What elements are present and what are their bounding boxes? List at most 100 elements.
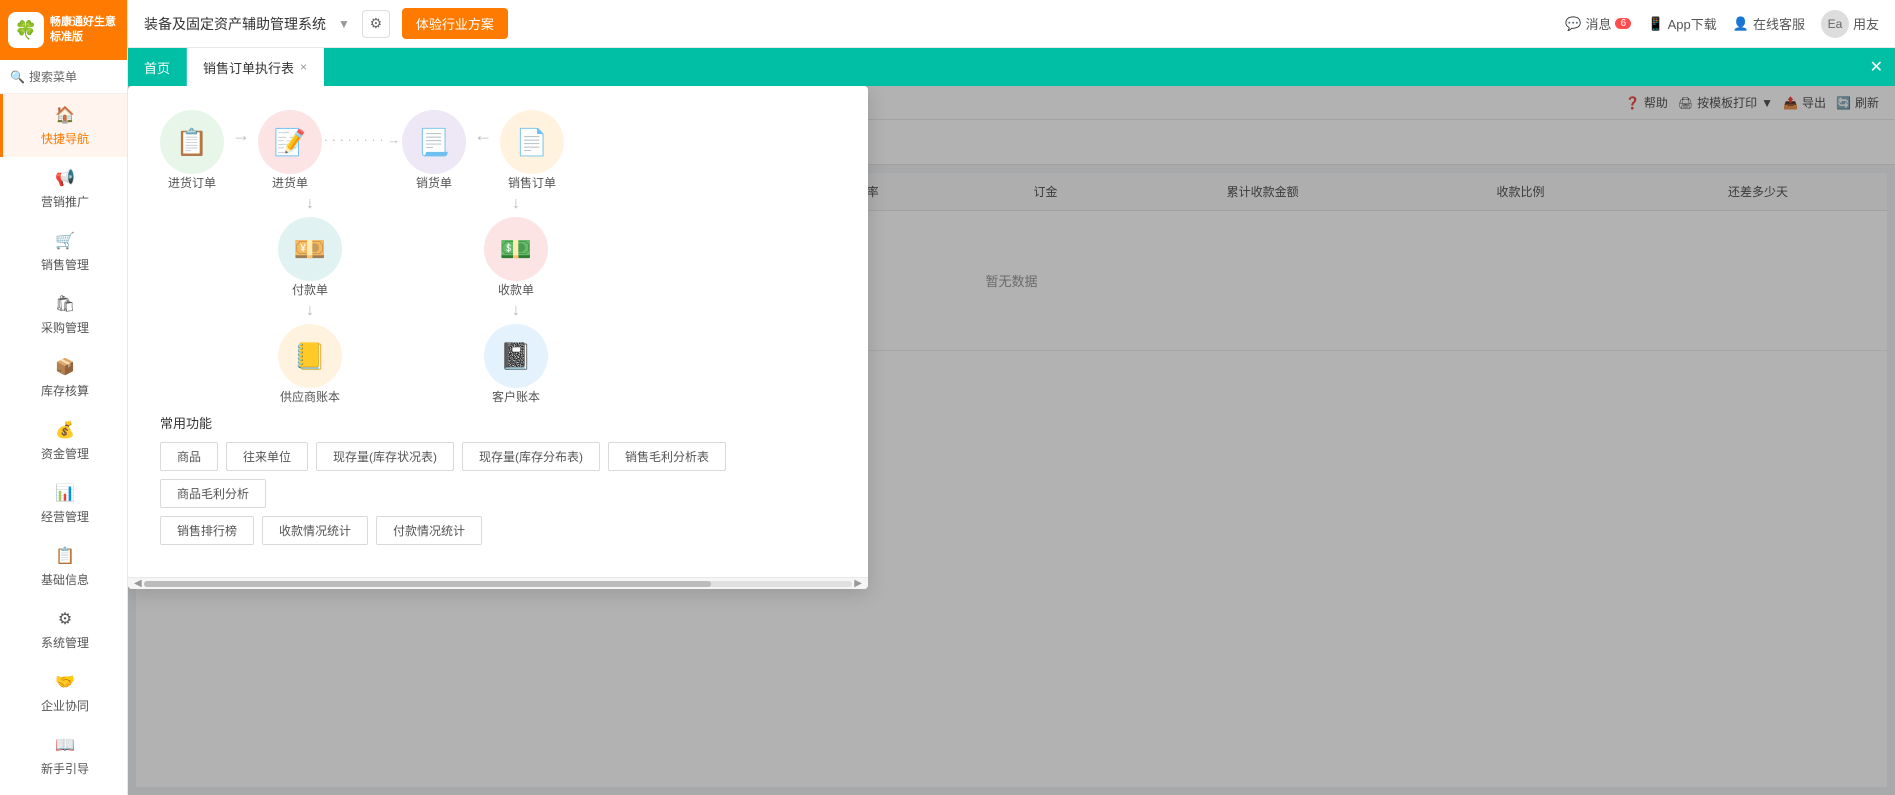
topbar: 装备及固定资产辅助管理系统 ▼ ⚙ 体验行业方案 💬 消息 6 📱 App下载 … bbox=[128, 0, 1895, 48]
func-button[interactable]: 收款情况统计 bbox=[262, 516, 368, 545]
settings-button[interactable]: ⚙ bbox=[362, 10, 390, 38]
func-buttons-row2: 销售排行榜收款情况统计付款情况统计 bbox=[160, 516, 836, 545]
receipt-icon: 💵 bbox=[484, 217, 548, 281]
popup-content: 📋 进货订单 → 📝 进货单 · · · · · · · · → bbox=[128, 86, 868, 577]
topbar-dropdown-icon[interactable]: ▼ bbox=[338, 17, 350, 31]
purchase-icon: 🛍 bbox=[54, 293, 76, 315]
quick-nav-icon: 🏠 bbox=[54, 104, 76, 126]
sidebar-item-newbie[interactable]: 📖 新手引导 bbox=[0, 724, 127, 787]
func-buttons-row1: 商品往来单位现存量(库存状况表) 现存量(库存分布表) 销售毛利分析表商品毛利分析 bbox=[160, 442, 836, 508]
supplier-label: 供应商账本 bbox=[280, 388, 340, 405]
tabbar-close-button[interactable]: ✕ bbox=[1858, 48, 1895, 86]
tab-label: 销售订单执行表 bbox=[203, 58, 294, 77]
search-icon: 🔍 bbox=[10, 70, 25, 84]
system-icon: ⚙ bbox=[54, 608, 76, 630]
logo-icon: 🍀 bbox=[8, 12, 44, 48]
sales-order-icon: 📄 bbox=[500, 110, 564, 174]
func-button[interactable]: 商品 bbox=[160, 442, 218, 471]
sidebar: 🍀 畅康通好生意 标准版 🔍 搜索菜单 🏠 快捷导航 📢 营销推广 🛒 销售管理… bbox=[0, 0, 128, 795]
finance-icon: 💰 bbox=[54, 419, 76, 441]
service-button[interactable]: 👤 在线客服 bbox=[1733, 14, 1805, 33]
sidebar-item-purchase[interactable]: 🛍 采购管理 bbox=[0, 283, 127, 346]
sidebar-item-label: 快捷导航 bbox=[41, 130, 89, 147]
sidebar-item-label: 企业协同 bbox=[41, 697, 89, 714]
flow-node-customer: 📓 客户账本 bbox=[484, 324, 548, 405]
sidebar-logo: 🍀 畅康通好生意 标准版 bbox=[0, 0, 127, 60]
flow-node-receipt: 💵 收款单 bbox=[484, 217, 548, 298]
supplier-icon: 📒 bbox=[278, 324, 342, 388]
scrollbar-thumb bbox=[144, 581, 711, 587]
message-icon: 💬 bbox=[1565, 16, 1581, 32]
tab-label: 首页 bbox=[144, 58, 170, 77]
down-arrow-payment: ↓ bbox=[278, 302, 342, 320]
common-functions: 常用功能 商品往来单位现存量(库存状况表)现存量(库存分布表)销售毛利分析表商品… bbox=[160, 413, 836, 545]
func-button[interactable]: 付款情况统计 bbox=[376, 516, 482, 545]
sidebar-item-quick-nav[interactable]: 🏠 快捷导航 bbox=[0, 94, 127, 157]
down-arrow-sales: ↓ bbox=[484, 195, 548, 213]
func-button[interactable]: 往来单位 bbox=[226, 442, 308, 471]
service-icon: 👤 bbox=[1733, 16, 1749, 32]
scroll-right-arrow[interactable]: ▶ bbox=[852, 578, 864, 589]
flow-node-supplier: 📒 供应商账本 bbox=[278, 324, 342, 405]
tab-close-sales-order[interactable]: × bbox=[300, 60, 307, 74]
down-arrow-receipt: ↓ bbox=[484, 302, 548, 320]
payment-icon: 💴 bbox=[278, 217, 342, 281]
popup: 📋 进货订单 → 📝 进货单 · · · · · · · · → bbox=[128, 86, 868, 589]
user-menu[interactable]: Ea 用友 bbox=[1821, 10, 1879, 38]
tab-sales-order[interactable]: 销售订单执行表 × bbox=[187, 48, 324, 86]
purchase-order-icon: 📋 bbox=[160, 110, 224, 174]
func-button[interactable]: 销售排行榜 bbox=[160, 516, 254, 545]
func-button[interactable]: 现存量(库存状况表) bbox=[316, 442, 454, 471]
sidebar-item-label: 采购管理 bbox=[41, 319, 89, 336]
trial-button[interactable]: 体验行业方案 bbox=[402, 8, 508, 39]
scroll-left-arrow[interactable]: ◀ bbox=[132, 578, 144, 589]
sidebar-item-inventory[interactable]: 📦 库存核算 bbox=[0, 346, 127, 409]
app-download-button[interactable]: 📱 App下载 bbox=[1647, 14, 1716, 33]
sales-bill-label: 销货单 bbox=[416, 174, 452, 191]
sidebar-item-basic[interactable]: 📋 基础信息 bbox=[0, 535, 127, 598]
sidebar-item-system[interactable]: ⚙ 系统管理 bbox=[0, 598, 127, 661]
sidebar-item-label: 基础信息 bbox=[41, 571, 89, 588]
customer-label: 客户账本 bbox=[492, 388, 540, 405]
tabbar: 首页 销售订单执行表 × ✕ bbox=[128, 48, 1895, 86]
newbie-icon: 📖 bbox=[54, 734, 76, 756]
message-button[interactable]: 💬 消息 6 bbox=[1565, 14, 1631, 33]
sidebar-item-label: 资金管理 bbox=[41, 445, 89, 462]
sales-order-label: 销售订单 bbox=[508, 174, 556, 191]
operation-icon: 📊 bbox=[54, 482, 76, 504]
logo-text: 畅康通好生意 标准版 bbox=[50, 15, 116, 46]
func-button[interactable]: 商品毛利分析 bbox=[160, 479, 266, 508]
flow-node-payment: 💴 付款单 bbox=[278, 217, 342, 298]
sidebar-item-label: 销售管理 bbox=[41, 256, 89, 273]
sidebar-item-label: 经营管理 bbox=[41, 508, 89, 525]
scrollbar-track[interactable] bbox=[144, 581, 853, 587]
purchase-bill-label: 进货单 bbox=[272, 174, 308, 191]
popup-scrollbar: ◀ ▶ bbox=[128, 577, 868, 589]
purchase-order-label: 进货订单 bbox=[168, 174, 216, 191]
sidebar-item-finance[interactable]: 💰 资金管理 bbox=[0, 409, 127, 472]
app-icon: 📱 bbox=[1647, 16, 1663, 32]
arrow-2: → bbox=[466, 125, 500, 146]
payment-label: 付款单 bbox=[292, 281, 328, 298]
down-arrow-purchase: ↓ bbox=[278, 195, 342, 213]
flow-node-sales-order: 📄 销售订单 bbox=[500, 110, 564, 191]
sidebar-item-label: 系统管理 bbox=[41, 634, 89, 651]
sidebar-item-collab[interactable]: 🤝 企业协同 bbox=[0, 661, 127, 724]
main-area: 装备及固定资产辅助管理系统 ▼ ⚙ 体验行业方案 💬 消息 6 📱 App下载 … bbox=[128, 0, 1895, 795]
basic-icon: 📋 bbox=[54, 545, 76, 567]
collab-icon: 🤝 bbox=[54, 671, 76, 693]
common-func-title: 常用功能 bbox=[160, 413, 836, 432]
receipt-label: 收款单 bbox=[498, 281, 534, 298]
tab-home[interactable]: 首页 bbox=[128, 48, 187, 86]
sidebar-item-marketing[interactable]: 📢 营销推广 bbox=[0, 157, 127, 220]
func-button[interactable]: 现存量(库存分布表) bbox=[462, 442, 600, 471]
sidebar-item-label: 营销推广 bbox=[41, 193, 89, 210]
sidebar-item-sales[interactable]: 🛒 销售管理 bbox=[0, 220, 127, 283]
topbar-title: 装备及固定资产辅助管理系统 bbox=[144, 14, 326, 34]
sidebar-item-operation[interactable]: 📊 经营管理 bbox=[0, 472, 127, 535]
overlay[interactable]: 📋 进货订单 → 📝 进货单 · · · · · · · · → bbox=[128, 86, 1895, 795]
marketing-icon: 📢 bbox=[54, 167, 76, 189]
sidebar-search[interactable]: 🔍 搜索菜单 bbox=[0, 60, 127, 94]
customer-icon: 📓 bbox=[484, 324, 548, 388]
func-button[interactable]: 销售毛利分析表 bbox=[608, 442, 726, 471]
